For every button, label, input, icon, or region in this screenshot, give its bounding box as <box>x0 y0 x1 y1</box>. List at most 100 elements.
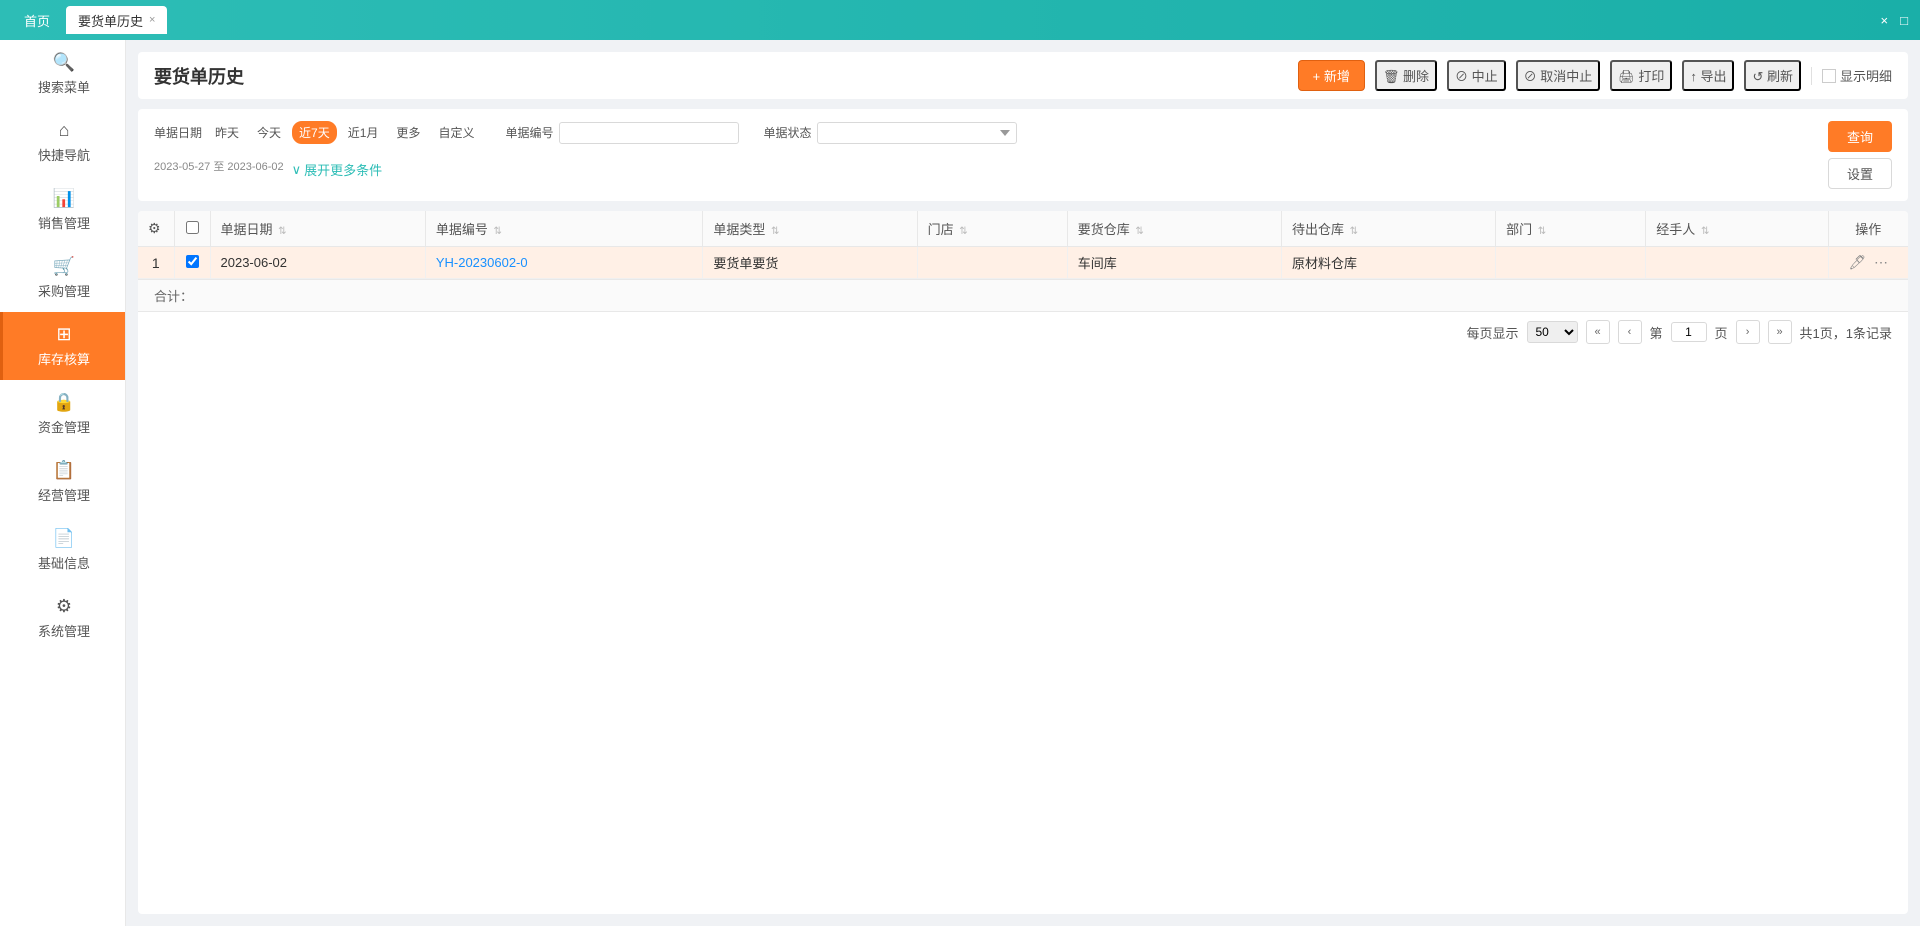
sidebar-item-search-label: 搜索菜单 <box>38 77 90 96</box>
handler-sort-icon[interactable]: ⇅ <box>1701 226 1709 237</box>
cart-icon: 🛒 <box>53 256 75 277</box>
dept-sort-icon[interactable]: ⇅ <box>1538 226 1546 237</box>
sidebar-item-sales-label: 销售管理 <box>38 213 90 232</box>
store-sort-icon[interactable]: ⇅ <box>959 226 967 237</box>
store-col-header: 门店 ⇅ <box>917 211 1067 247</box>
cancel-stop-button[interactable]: ⊘ 取消中止 <box>1516 60 1601 91</box>
select-all-checkbox[interactable] <box>186 221 199 234</box>
display-detail-checkbox[interactable] <box>1822 69 1836 83</box>
stop-button[interactable]: ⊘ 中止 <box>1447 60 1506 91</box>
settings-button[interactable]: 设置 <box>1828 158 1892 189</box>
table-footer: 合计： <box>138 279 1908 311</box>
sum-label: 合计： <box>154 286 193 305</box>
sidebar-item-purchase-label: 采购管理 <box>38 281 90 300</box>
display-detail-label: 显示明细 <box>1840 66 1892 85</box>
handler-col-header: 经手人 ⇅ <box>1646 211 1828 247</box>
date-btn-custom[interactable]: 自定义 <box>431 121 481 144</box>
row-date: 2023-06-02 <box>210 247 425 279</box>
new-button[interactable]: + 新增 <box>1298 60 1365 91</box>
page-suffix: 页 <box>1715 323 1728 342</box>
wait-warehouse-sort-icon[interactable]: ⇅ <box>1350 226 1358 237</box>
sidebar-item-sales[interactable]: 📊 销售管理 <box>0 176 125 244</box>
window-maximize-icon[interactable]: □ <box>1900 13 1908 28</box>
status-filter-label: 单据状态 <box>763 124 811 141</box>
pagination-bar: 每页显示 50 100 200 « ‹ 第 页 › » 共1页，1条记录 <box>138 311 1908 352</box>
sidebar-item-search[interactable]: 🔍 搜索菜单 <box>0 40 125 108</box>
date-btn-yesterday[interactable]: 昨天 <box>208 121 246 144</box>
tab-doc-history-label: 要货单历史 <box>78 11 143 30</box>
close-tab-icon[interactable]: × <box>149 14 155 26</box>
sidebar-item-basic-info[interactable]: 📄 基础信息 <box>0 516 125 584</box>
prev-page-button[interactable]: ‹ <box>1618 320 1642 344</box>
row-dept <box>1496 247 1646 279</box>
wait-warehouse-col-header: 待出仓库 ⇅ <box>1281 211 1495 247</box>
row-edit-icon[interactable]: 🖊 <box>1849 254 1867 270</box>
filter-section: 单据日期 昨天 今天 近7天 近1月 更多 自定义 <box>154 121 1892 189</box>
chart-icon: 📊 <box>53 188 75 209</box>
sidebar-item-system[interactable]: ⚙ 系统管理 <box>0 584 125 652</box>
row-seq: 1 <box>138 247 174 279</box>
sidebar-item-inventory[interactable]: ⊞ 库存核算 <box>0 312 125 380</box>
per-page-select[interactable]: 50 100 200 <box>1527 321 1578 343</box>
table-row: 1 2023-06-02 YH-20230602-0 要货单要货 车间库 原材料… <box>138 247 1908 279</box>
query-button[interactable]: 查询 <box>1828 121 1892 152</box>
refresh-button[interactable]: ↺ 刷新 <box>1744 60 1801 91</box>
print-button[interactable]: 🖨 打印 <box>1610 60 1672 91</box>
sidebar: 🔍 搜索菜单 ⌂ 快捷导航 📊 销售管理 🛒 采购管理 ⊞ 库存核算 🔒 资金管… <box>0 40 126 926</box>
search-icon: 🔍 <box>53 52 75 73</box>
date-btn-7days[interactable]: 近7天 <box>292 121 337 144</box>
row-checkbox[interactable] <box>186 255 199 268</box>
date-btn-more[interactable]: 更多 <box>389 121 427 144</box>
sidebar-item-system-label: 系统管理 <box>38 621 90 640</box>
filter-area: 单据日期 昨天 今天 近7天 近1月 更多 自定义 <box>138 109 1908 201</box>
page-number-input[interactable] <box>1671 322 1707 342</box>
next-page-button[interactable]: › <box>1736 320 1760 344</box>
date-sort-icon[interactable]: ⇅ <box>278 226 286 237</box>
sidebar-item-purchase[interactable]: 🛒 采购管理 <box>0 244 125 312</box>
toolbar: + 新增 🗑 删除 ⊘ 中止 ⊘ 取消中止 🖨 打印 ↑ 导出 ↺ 刷新 显示明… <box>1298 60 1892 91</box>
row-no-link[interactable]: YH-20230602-0 <box>436 255 528 270</box>
row-type: 要货单要货 <box>703 247 917 279</box>
settings-col-header[interactable]: ⚙ <box>138 211 174 247</box>
date-btn-1month[interactable]: 近1月 <box>341 121 386 144</box>
dept-col-header: 部门 ⇅ <box>1496 211 1646 247</box>
sidebar-item-finance-label: 资金管理 <box>38 417 90 436</box>
status-filter-group: 单据状态 <box>763 122 1828 144</box>
display-detail-toggle[interactable]: 显示明细 <box>1822 66 1892 85</box>
docno-filter-input[interactable] <box>559 122 739 144</box>
req-warehouse-sort-icon[interactable]: ⇅ <box>1135 226 1143 237</box>
row-req-warehouse: 车间库 <box>1067 247 1281 279</box>
top-bar-right: × □ <box>1881 13 1908 28</box>
action-col-header: 操作 <box>1828 211 1908 247</box>
docno-filter-label: 单据编号 <box>505 124 553 141</box>
date-btn-today[interactable]: 今天 <box>250 121 288 144</box>
sidebar-item-quicknav-label: 快捷导航 <box>38 145 90 164</box>
row-action-cell: 🖊 ⋯ <box>1828 247 1908 279</box>
row-checkbox-cell <box>174 247 210 279</box>
lock-icon: 🔒 <box>53 392 75 413</box>
tab-doc-history[interactable]: 要货单历史 × <box>66 6 167 34</box>
docno-filter-group: 单据编号 <box>505 122 739 144</box>
filters-main: 单据日期 昨天 今天 近7天 近1月 更多 自定义 <box>154 121 1828 179</box>
row-store <box>917 247 1067 279</box>
type-sort-icon[interactable]: ⇅ <box>771 226 779 237</box>
chevron-down-icon: ∨ <box>292 162 302 178</box>
delete-button[interactable]: 🗑 删除 <box>1375 60 1437 91</box>
status-filter-select[interactable] <box>817 122 1017 144</box>
sidebar-item-basic-info-label: 基础信息 <box>38 553 90 572</box>
content-area: 要货单历史 + 新增 🗑 删除 ⊘ 中止 ⊘ 取消中止 🖨 打印 ↑ 导出 ↺ … <box>126 40 1920 926</box>
sidebar-item-operations[interactable]: 📋 经营管理 <box>0 448 125 516</box>
last-page-button[interactable]: » <box>1768 320 1792 344</box>
sidebar-item-quicknav[interactable]: ⌂ 快捷导航 <box>0 108 125 176</box>
row-more-icon[interactable]: ⋯ <box>1874 254 1888 270</box>
export-button[interactable]: ↑ 导出 <box>1682 60 1734 91</box>
top-bar: 首页 要货单历史 × × □ <box>0 0 1920 40</box>
data-table: ⚙ 单据日期 ⇅ 单据编号 ⇅ 单据类型 <box>138 211 1908 279</box>
tab-home[interactable]: 首页 <box>12 6 62 34</box>
window-close-icon[interactable]: × <box>1881 13 1889 28</box>
first-page-button[interactable]: « <box>1586 320 1610 344</box>
no-sort-icon[interactable]: ⇅ <box>493 226 501 237</box>
sidebar-item-finance[interactable]: 🔒 资金管理 <box>0 380 125 448</box>
expand-more-button[interactable]: ∨ 展开更多条件 <box>292 160 383 179</box>
per-page-label: 每页显示 <box>1466 323 1518 342</box>
